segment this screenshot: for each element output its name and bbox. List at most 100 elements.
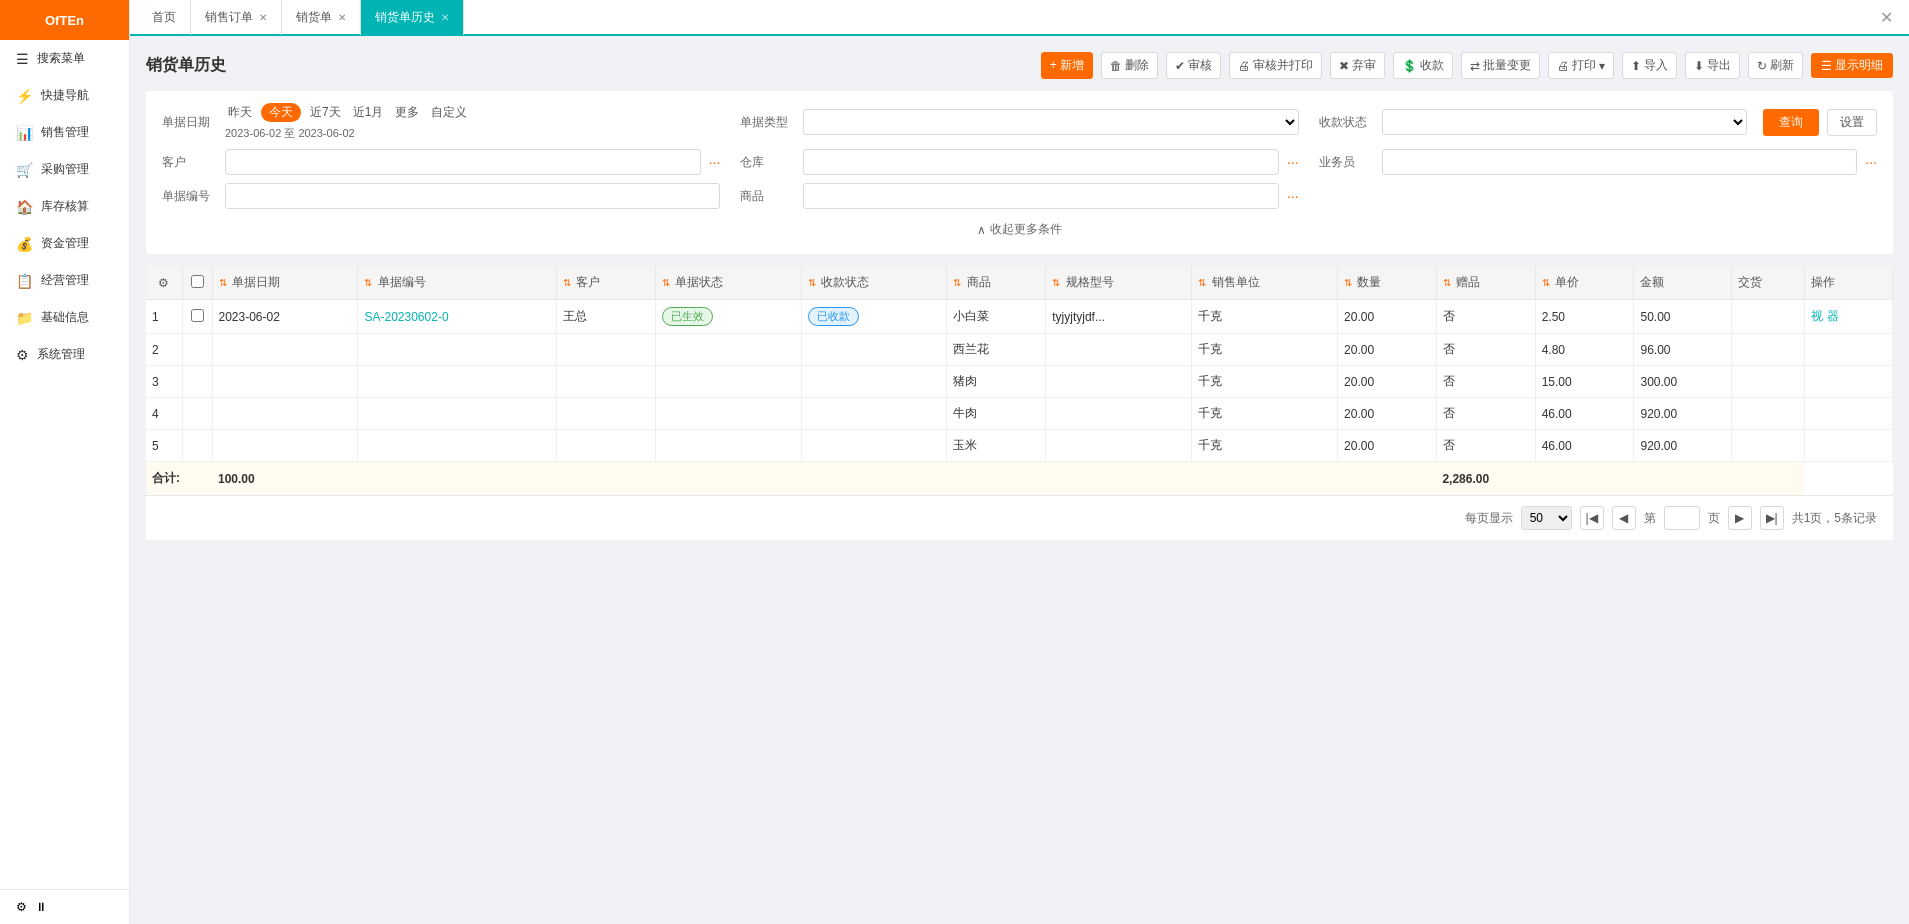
col-action: 操作 [1804, 266, 1892, 300]
collapse-button[interactable]: ∧ 收起更多条件 [162, 217, 1877, 242]
print-dropdown-icon: ▾ [1599, 59, 1605, 73]
funds-icon: 💰 [16, 236, 33, 252]
col-trade-label: 交货 [1738, 275, 1762, 289]
col-goods[interactable]: ⇅ 商品 [947, 266, 1046, 300]
sidebar-item-sales-mgmt[interactable]: 📊 销售管理 [0, 114, 129, 151]
doc-type-select[interactable] [803, 109, 1298, 135]
col-gift[interactable]: ⇅ 赠品 [1436, 266, 1535, 300]
table-body: 1 2023-06-02 SA-20230602-0 王总 已生效 已收款 小白… [146, 300, 1893, 462]
warehouse-input[interactable] [803, 149, 1279, 175]
refresh-button[interactable]: ↻ 刷新 [1748, 52, 1803, 79]
shortcut-more[interactable]: 更多 [392, 104, 422, 121]
last-page-btn[interactable]: ▶| [1760, 506, 1784, 530]
shortcut-custom[interactable]: 自定义 [428, 104, 470, 121]
customer-input[interactable] [225, 149, 701, 175]
collect-button[interactable]: 💲 收款 [1393, 52, 1453, 79]
total-info: 共1页，5条记录 [1792, 510, 1877, 527]
customer-more-icon[interactable]: ··· [709, 154, 721, 170]
row-action-btn[interactable]: 器 [1827, 309, 1839, 323]
sort-icon-no: ⇅ [364, 277, 372, 288]
tab-close-sales-delivery[interactable]: ✕ [338, 12, 346, 23]
row-amount: 50.00 [1634, 300, 1732, 334]
display-button[interactable]: ☰ 显示明细 [1811, 53, 1893, 78]
tab-close-sales-history[interactable]: ✕ [441, 12, 449, 23]
sidebar-item-basic-info[interactable]: 📁 基础信息 [0, 299, 129, 336]
tab-home[interactable]: 首页 [138, 0, 191, 35]
col-spec[interactable]: ⇅ 规格型号 [1046, 266, 1192, 300]
col-qty[interactable]: ⇅ 数量 [1338, 266, 1437, 300]
salesman-more-icon[interactable]: ··· [1865, 154, 1877, 170]
sidebar-item-inventory[interactable]: 🏠 库存核算 [0, 188, 129, 225]
row-amount: 300.00 [1634, 366, 1732, 398]
biz-icon: 📋 [16, 273, 33, 289]
sidebar-item-search-menu[interactable]: ☰ 搜索菜单 [0, 40, 129, 77]
sidebar-item-funds-mgmt[interactable]: 💰 资金管理 [0, 225, 129, 262]
audit-button[interactable]: ✔ 审核 [1166, 52, 1221, 79]
sidebar-item-sys-mgmt[interactable]: ⚙ 系统管理 [0, 336, 129, 373]
col-no-label: 单据编号 [378, 275, 426, 289]
tab-sales-delivery[interactable]: 销货单 ✕ [282, 0, 361, 35]
setting-button[interactable]: 设置 [1827, 109, 1877, 136]
goods-more-icon[interactable]: ··· [1287, 188, 1299, 204]
row-action-btn[interactable]: 视 [1811, 309, 1823, 323]
shortcut-7days[interactable]: 近7天 [307, 104, 344, 121]
audit-print-button[interactable]: 🖨 审核并打印 [1229, 52, 1322, 79]
close-all-tabs[interactable]: ✕ [1872, 8, 1901, 27]
collapse-label: 收起更多条件 [990, 221, 1062, 238]
sidebar-bottom[interactable]: ⚙ ⏸ [0, 889, 129, 924]
sidebar-item-quick-nav[interactable]: ⚡ 快捷导航 [0, 77, 129, 114]
col-date[interactable]: ⇅ 单据日期 [212, 266, 358, 300]
goods-input[interactable] [803, 183, 1279, 209]
page-input[interactable]: 1 [1664, 506, 1700, 530]
prev-page-btn[interactable]: ◀ [1612, 506, 1636, 530]
per-page-select[interactable]: 50 100 [1521, 506, 1572, 530]
warehouse-more-icon[interactable]: ··· [1287, 154, 1299, 170]
shortcut-today[interactable]: 今天 [261, 103, 301, 122]
collect-status-select[interactable] [1382, 109, 1747, 135]
sidebar-logo: OfTEn [0, 0, 129, 40]
sidebar-item-purchase-mgmt[interactable]: 🛒 采购管理 [0, 151, 129, 188]
doc-status-badge: 已生效 [662, 307, 713, 326]
export-button[interactable]: ⬇ 导出 [1685, 52, 1740, 79]
select-all-checkbox[interactable] [191, 275, 204, 288]
sales-icon: 📊 [16, 125, 33, 141]
col-unit[interactable]: ⇅ 销售单位 [1192, 266, 1338, 300]
batch-change-button[interactable]: ⇄ 批量变更 [1461, 52, 1540, 79]
tab-close-sales-order[interactable]: ✕ [259, 12, 267, 23]
filter-goods: 商品 ··· [740, 183, 1298, 209]
date-shortcuts: 昨天 今天 近7天 近1月 更多 自定义 [225, 103, 470, 122]
summary-total-amount: 2,286.00 [1442, 472, 1489, 486]
row-date [212, 430, 358, 462]
delete-button[interactable]: 🗑 删除 [1101, 52, 1158, 79]
salesman-input[interactable] [1382, 149, 1858, 175]
content-area: 销货单历史 + 新增 🗑 删除 ✔ 审核 🖨 审核并打印 ✖ 弃审 [130, 36, 1909, 924]
doc-no-link[interactable]: SA-20230602-0 [364, 310, 448, 324]
next-page-btn[interactable]: ▶ [1728, 506, 1752, 530]
tab-sales-order[interactable]: 销售订单 ✕ [191, 0, 282, 35]
abandon-button[interactable]: ✖ 弃审 [1330, 52, 1385, 79]
col-price[interactable]: ⇅ 单价 [1535, 266, 1634, 300]
filter-doc-no: 单据编号 [162, 183, 720, 209]
new-button[interactable]: + 新增 [1041, 52, 1093, 79]
col-doc-status[interactable]: ⇅ 单据状态 [655, 266, 801, 300]
shortcut-yesterday[interactable]: 昨天 [225, 104, 255, 121]
col-no[interactable]: ⇅ 单据编号 [358, 266, 556, 300]
gear-icon[interactable]: ⚙ [158, 276, 169, 290]
row-checkbox[interactable] [191, 309, 204, 322]
sidebar-item-biz-mgmt[interactable]: 📋 经营管理 [0, 262, 129, 299]
shortcut-1month[interactable]: 近1月 [350, 104, 387, 121]
col-collect-status[interactable]: ⇅ 收款状态 [801, 266, 947, 300]
print-button[interactable]: 🖨 打印 ▾ [1548, 52, 1614, 79]
col-customer[interactable]: ⇅ 客户 [556, 266, 655, 300]
tab-sales-history[interactable]: 销货单历史 ✕ [361, 0, 464, 35]
doc-no-input[interactable] [225, 183, 720, 209]
import-button[interactable]: ⬆ 导入 [1622, 52, 1677, 79]
first-page-btn[interactable]: |◀ [1580, 506, 1604, 530]
purchase-icon: 🛒 [16, 162, 33, 178]
query-button[interactable]: 查询 [1763, 109, 1819, 136]
row-price: 46.00 [1535, 430, 1634, 462]
filter-row-3: 单据编号 商品 ··· [162, 183, 1877, 209]
row-collect-status: 已收款 [801, 300, 947, 334]
sort-icon-unit: ⇅ [1198, 277, 1206, 288]
date-range-value: 2023-06-02 至 2023-06-02 [225, 126, 470, 141]
